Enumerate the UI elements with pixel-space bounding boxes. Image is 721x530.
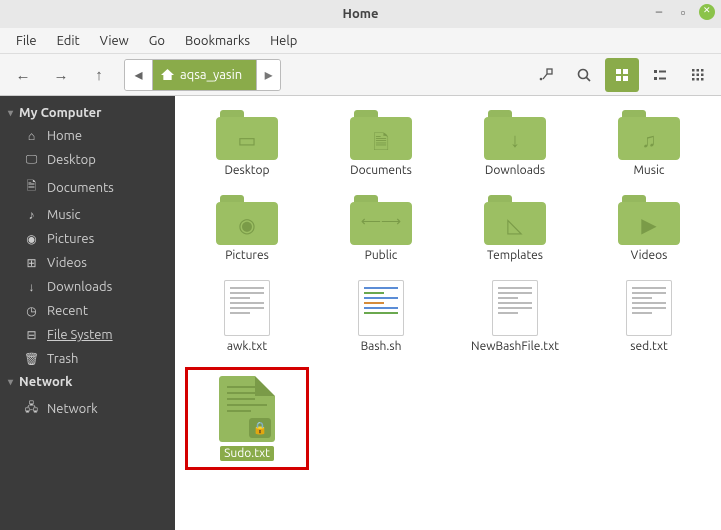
file-newbashfile-txt[interactable]: NewBashFile.txt: [453, 276, 577, 357]
sidebar-group-network[interactable]: ▾ Network: [0, 371, 175, 393]
file-bash-sh[interactable]: Bash.sh: [319, 276, 443, 357]
lock-icon: 🔒: [249, 418, 271, 438]
search-button[interactable]: [567, 58, 601, 92]
icon-view-button[interactable]: [605, 58, 639, 92]
sidebar-group-mycomputer[interactable]: ▾ My Computer: [0, 102, 175, 124]
sidebar-item-home[interactable]: ⌂Home: [0, 124, 175, 148]
chevron-down-icon: ▾: [8, 376, 13, 388]
path-previous[interactable]: ◂: [125, 60, 153, 90]
folder-public[interactable]: ⟵⟶Public: [319, 191, 443, 266]
compact-view-button[interactable]: [681, 58, 715, 92]
folder-icon: ◉: [216, 195, 278, 245]
forward-button[interactable]: →: [44, 58, 78, 92]
sidebar-item-recent[interactable]: ◷Recent: [0, 299, 175, 323]
picture-icon: ◉: [24, 232, 39, 246]
sidebar: ▾ My Computer ⌂Home 🖵Desktop 🗎Documents …: [0, 96, 175, 530]
close-button[interactable]: [699, 4, 715, 20]
text-file-icon: [626, 280, 672, 336]
folder-icon: ▭: [216, 110, 278, 160]
sidebar-item-desktop[interactable]: 🖵Desktop: [0, 148, 175, 172]
video-icon: ⊞: [24, 256, 39, 270]
file-awk-txt[interactable]: awk.txt: [185, 276, 309, 357]
up-button[interactable]: ↑: [82, 58, 116, 92]
folder-icon: ♫: [618, 110, 680, 160]
file-view[interactable]: ▭Desktop 🗎Documents ↓Downloads ♫Music ◉P…: [175, 96, 721, 530]
home-icon: ⌂: [24, 129, 39, 143]
folder-icon: ⟵⟶: [350, 195, 412, 245]
path-bar: ◂ aqsa_yasin ▸: [124, 59, 281, 91]
folder-icon: ◺: [484, 195, 546, 245]
folder-downloads[interactable]: ↓Downloads: [453, 106, 577, 181]
menu-view[interactable]: View: [90, 32, 139, 50]
folder-desktop[interactable]: ▭Desktop: [185, 106, 309, 181]
folder-icon: 🗎: [350, 110, 412, 160]
sidebar-item-music[interactable]: ♪Music: [0, 203, 175, 227]
sidebar-item-pictures[interactable]: ◉Pictures: [0, 227, 175, 251]
path-current[interactable]: aqsa_yasin: [153, 60, 256, 90]
window-title: Home: [343, 7, 379, 21]
path-next[interactable]: ▸: [256, 60, 280, 90]
desktop-icon: 🖵: [24, 153, 39, 167]
menu-file[interactable]: File: [6, 32, 47, 50]
text-file-icon: [224, 280, 270, 336]
menu-bookmarks[interactable]: Bookmarks: [175, 32, 260, 50]
network-icon: 🖧: [24, 398, 39, 419]
sidebar-group-label: Network: [19, 375, 72, 389]
folder-music[interactable]: ♫Music: [587, 106, 711, 181]
path-current-label: aqsa_yasin: [180, 68, 242, 82]
chevron-down-icon: ▾: [8, 107, 13, 119]
folder-documents[interactable]: 🗎Documents: [319, 106, 443, 181]
menu-edit[interactable]: Edit: [47, 32, 90, 50]
toolbar: ← → ↑ ◂ aqsa_yasin ▸: [0, 54, 721, 96]
folder-templates[interactable]: ◺Templates: [453, 191, 577, 266]
menubar: File Edit View Go Bookmarks Help: [0, 28, 721, 54]
folder-pictures[interactable]: ◉Pictures: [185, 191, 309, 266]
text-file-icon: [492, 280, 538, 336]
home-icon: [161, 69, 174, 80]
folder-icon: ▶: [618, 195, 680, 245]
sidebar-item-videos[interactable]: ⊞Videos: [0, 251, 175, 275]
back-button[interactable]: ←: [6, 58, 40, 92]
music-icon: ♪: [24, 208, 39, 222]
file-sed-txt[interactable]: sed.txt: [587, 276, 711, 357]
recent-icon: ◷: [24, 304, 39, 318]
maximize-button[interactable]: ▫: [675, 4, 691, 20]
folder-icon: ↓: [484, 110, 546, 160]
sidebar-item-filesystem[interactable]: ⊟File System: [0, 323, 175, 347]
minimize-button[interactable]: –: [651, 4, 667, 20]
toggle-location-button[interactable]: [529, 58, 563, 92]
file-sudo-txt[interactable]: 🔒 Sudo.txt: [185, 367, 309, 470]
folder-videos[interactable]: ▶Videos: [587, 191, 711, 266]
sidebar-group-label: My Computer: [19, 106, 101, 120]
download-icon: ↓: [24, 280, 39, 294]
titlebar: Home – ▫: [0, 0, 721, 28]
sidebar-item-network[interactable]: 🖧Network: [0, 393, 175, 424]
locked-file-icon: 🔒: [219, 376, 275, 442]
menu-go[interactable]: Go: [139, 32, 175, 50]
trash-icon: 🗑: [24, 352, 39, 366]
sidebar-item-documents[interactable]: 🗎Documents: [0, 172, 175, 203]
sidebar-item-trash[interactable]: 🗑Trash: [0, 347, 175, 371]
script-file-icon: [358, 280, 404, 336]
document-icon: 🗎: [24, 177, 39, 198]
sidebar-item-downloads[interactable]: ↓Downloads: [0, 275, 175, 299]
menu-help[interactable]: Help: [260, 32, 307, 50]
list-view-button[interactable]: [643, 58, 677, 92]
disk-icon: ⊟: [24, 328, 39, 342]
